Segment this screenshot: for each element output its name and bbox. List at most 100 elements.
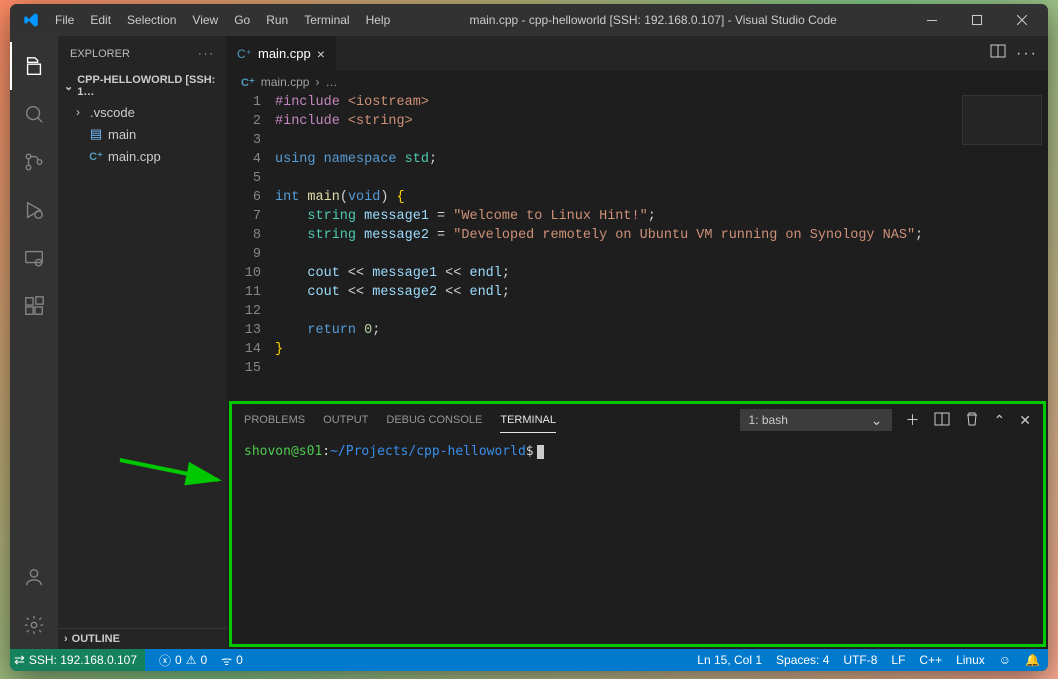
menu-edit[interactable]: Edit bbox=[83, 9, 118, 31]
window-title: main.cpp - cpp-helloworld [SSH: 192.168.… bbox=[397, 13, 909, 27]
status-ports[interactable]: ᯤ0 bbox=[221, 652, 243, 669]
menu-help[interactable]: Help bbox=[359, 9, 398, 31]
editor-tabs: C⁺ main.cpp × ··· bbox=[227, 36, 1048, 71]
activity-explorer[interactable] bbox=[10, 42, 58, 90]
chevron-down-icon: ⌄ bbox=[64, 80, 73, 93]
breadcrumb-file: main.cpp bbox=[261, 75, 310, 89]
status-problems[interactable]: ⓧ0 ⚠0 bbox=[159, 652, 207, 669]
cpp-file-icon: C⁺ bbox=[241, 76, 255, 89]
error-icon: ⓧ bbox=[159, 652, 171, 669]
maximize-button[interactable] bbox=[954, 4, 999, 36]
editor-actions: ··· bbox=[990, 36, 1048, 71]
panel-tab-problems[interactable]: PROBLEMS bbox=[244, 408, 305, 432]
status-errors: 0 bbox=[175, 653, 182, 667]
menu-file[interactable]: File bbox=[48, 9, 81, 31]
more-actions-icon[interactable]: ··· bbox=[1016, 45, 1038, 63]
file-main-cpp[interactable]: C⁺ main.cpp bbox=[66, 145, 227, 167]
status-feedback-icon[interactable]: ☺ bbox=[999, 653, 1011, 667]
code-editor[interactable]: 123456789101112131415 #include <iostream… bbox=[227, 93, 1048, 401]
workspace-header[interactable]: ⌄ CPP-HELLOWORLD [SSH: 1… bbox=[58, 71, 227, 101]
folder-vscode[interactable]: › .vscode bbox=[66, 101, 227, 123]
close-tab-icon[interactable]: × bbox=[317, 46, 325, 62]
panel-tab-output[interactable]: OUTPUT bbox=[323, 408, 368, 432]
status-ln-col[interactable]: Ln 15, Col 1 bbox=[697, 653, 762, 667]
menu-selection[interactable]: Selection bbox=[120, 9, 183, 31]
new-terminal-icon[interactable]: ＋ bbox=[906, 410, 920, 430]
file-tree: › .vscode ▤ main C⁺ main.cpp bbox=[58, 101, 227, 167]
line-numbers: 123456789101112131415 bbox=[227, 93, 275, 401]
status-bar: ⇄ SSH: 192.168.0.107 ⓧ0 ⚠0 ᯤ0 Ln 15, Col… bbox=[10, 649, 1048, 671]
file-label: main bbox=[108, 127, 136, 142]
vscode-window: File Edit Selection View Go Run Terminal… bbox=[10, 4, 1048, 671]
activity-source-control[interactable] bbox=[10, 138, 58, 186]
activity-extensions[interactable] bbox=[10, 282, 58, 330]
close-panel-icon[interactable]: ✕ bbox=[1019, 412, 1031, 429]
breadcrumb-sep: › bbox=[315, 75, 319, 89]
status-bell-icon[interactable]: 🔔 bbox=[1025, 653, 1040, 667]
status-lang[interactable]: C++ bbox=[919, 653, 942, 667]
cpp-file-icon: C⁺ bbox=[237, 47, 252, 61]
status-warnings: 0 bbox=[200, 653, 207, 667]
panel-tab-terminal[interactable]: TERMINAL bbox=[500, 408, 556, 433]
terminal-select[interactable]: 1: bash bbox=[740, 409, 892, 431]
split-editor-icon[interactable] bbox=[990, 43, 1006, 64]
status-ports-count: 0 bbox=[236, 653, 243, 667]
kill-terminal-icon[interactable] bbox=[964, 411, 980, 430]
activity-bar bbox=[10, 36, 58, 649]
tab-label: main.cpp bbox=[258, 46, 311, 61]
menu-run[interactable]: Run bbox=[259, 9, 295, 31]
chevron-right-icon: › bbox=[76, 105, 86, 119]
terminal-cursor bbox=[537, 445, 544, 459]
tab-main-cpp[interactable]: C⁺ main.cpp × bbox=[227, 36, 336, 71]
file-label: main.cpp bbox=[108, 149, 161, 164]
explorer-title: EXPLORER bbox=[70, 48, 130, 60]
status-remote-label: SSH: 192.168.0.107 bbox=[29, 653, 137, 667]
editor-area: C⁺ main.cpp × ··· C⁺ main.cpp › … 123456… bbox=[227, 36, 1048, 649]
explorer-sidebar: EXPLORER ··· ⌄ CPP-HELLOWORLD [SSH: 1… ›… bbox=[58, 36, 227, 649]
code-content[interactable]: #include <iostream> #include <string> us… bbox=[275, 93, 1048, 401]
explorer-more-icon[interactable]: ··· bbox=[198, 48, 215, 60]
chevron-right-icon: › bbox=[64, 633, 68, 645]
maximize-panel-icon[interactable]: ⌃ bbox=[994, 412, 1006, 429]
status-eol[interactable]: LF bbox=[891, 653, 905, 667]
breadcrumbs[interactable]: C⁺ main.cpp › … bbox=[227, 71, 1048, 93]
terminal-path: ~/Projects/cpp-helloworld bbox=[330, 444, 526, 459]
vscode-logo-icon bbox=[22, 11, 40, 29]
menu-go[interactable]: Go bbox=[227, 9, 257, 31]
status-encoding[interactable]: UTF-8 bbox=[843, 653, 877, 667]
activity-settings[interactable] bbox=[10, 601, 58, 649]
explorer-header: EXPLORER ··· bbox=[58, 36, 227, 71]
close-button[interactable] bbox=[999, 4, 1044, 36]
activity-run-debug[interactable] bbox=[10, 186, 58, 234]
panel-tabs: PROBLEMS OUTPUT DEBUG CONSOLE TERMINAL 1… bbox=[232, 404, 1043, 436]
activity-account[interactable] bbox=[10, 553, 58, 601]
binary-file-icon: ▤ bbox=[88, 126, 104, 142]
folder-label: .vscode bbox=[90, 105, 135, 120]
menu-terminal[interactable]: Terminal bbox=[297, 9, 356, 31]
file-main-bin[interactable]: ▤ main bbox=[66, 123, 227, 145]
terminal-sep: : bbox=[322, 444, 330, 459]
antenna-icon: ᯤ bbox=[221, 652, 232, 669]
split-terminal-icon[interactable] bbox=[934, 411, 950, 430]
status-spaces[interactable]: Spaces: 4 bbox=[776, 653, 829, 667]
terminal-userhost: shovon@s01 bbox=[244, 444, 322, 459]
menu-view[interactable]: View bbox=[185, 9, 225, 31]
status-remote[interactable]: ⇄ SSH: 192.168.0.107 bbox=[10, 649, 145, 671]
outline-section[interactable]: › OUTLINE bbox=[58, 628, 227, 649]
menu-bar: File Edit Selection View Go Run Terminal… bbox=[48, 9, 397, 31]
breadcrumb-more: … bbox=[325, 75, 337, 89]
minimize-button[interactable] bbox=[909, 4, 954, 36]
minimap[interactable] bbox=[962, 95, 1042, 145]
outline-label: OUTLINE bbox=[72, 633, 120, 645]
warning-icon: ⚠ bbox=[186, 653, 197, 667]
panel-tab-debug-console[interactable]: DEBUG CONSOLE bbox=[386, 408, 482, 432]
activity-remote[interactable] bbox=[10, 234, 58, 282]
panel: PROBLEMS OUTPUT DEBUG CONSOLE TERMINAL 1… bbox=[229, 401, 1046, 647]
title-bar: File Edit Selection View Go Run Terminal… bbox=[10, 4, 1048, 36]
terminal[interactable]: shovon@s01:~/Projects/cpp-helloworld$ bbox=[232, 436, 1043, 644]
terminal-symbol: $ bbox=[526, 444, 534, 459]
activity-search[interactable] bbox=[10, 90, 58, 138]
remote-icon: ⇄ bbox=[14, 652, 25, 668]
status-os[interactable]: Linux bbox=[956, 653, 985, 667]
cpp-file-icon: C⁺ bbox=[88, 150, 104, 163]
